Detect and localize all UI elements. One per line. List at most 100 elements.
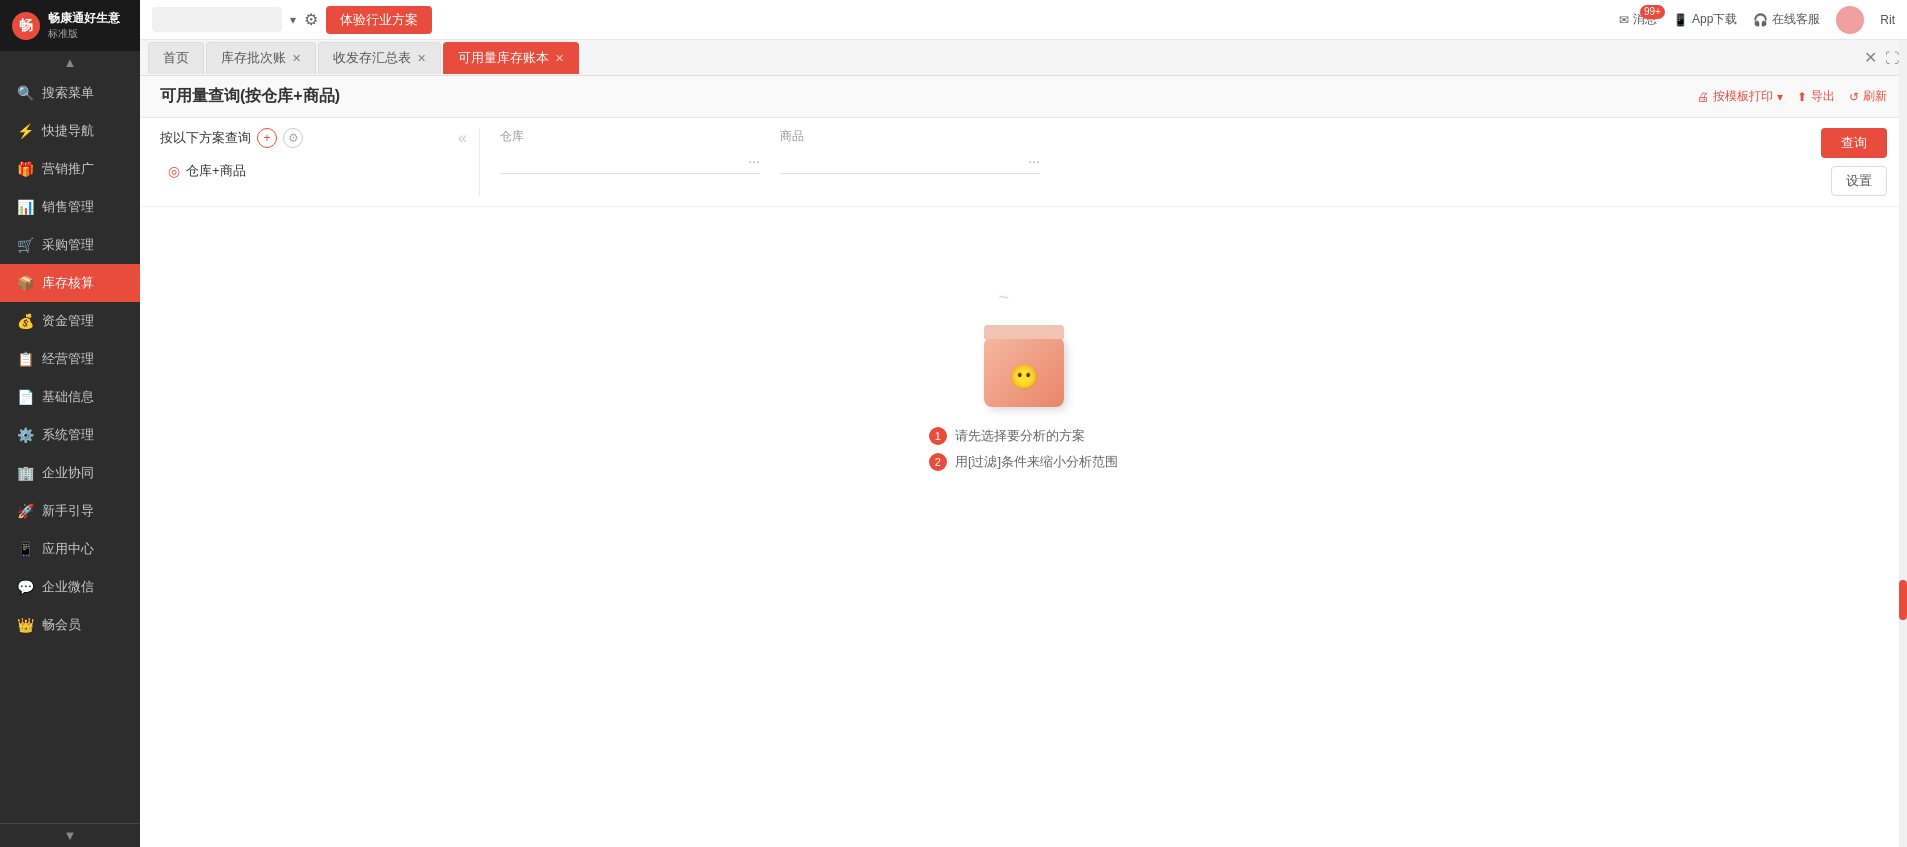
app-logo: 畅 [12, 12, 40, 40]
scroll-up-btn[interactable]: ▲ [0, 51, 140, 74]
sidebar-label-finance: 资金管理 [42, 312, 94, 330]
scroll-down-btn[interactable]: ▼ [0, 823, 140, 847]
sidebar-item-member[interactable]: 👑 畅会员 [0, 606, 140, 644]
filter-actions: 查询 设置 [1811, 128, 1887, 196]
topbar-search[interactable] [152, 7, 282, 32]
basic-info-icon: 📄 [16, 389, 34, 405]
sidebar-label-app-center: 应用中心 [42, 540, 94, 558]
tabbar-expand-btn[interactable]: ⛶ [1885, 50, 1899, 66]
sidebar-item-onboarding[interactable]: 🚀 新手引导 [0, 492, 140, 530]
hint-num-1: 1 [929, 427, 947, 445]
sidebar-item-app-center[interactable]: 📱 应用中心 [0, 530, 140, 568]
scheme-add-btn[interactable]: + [257, 128, 277, 148]
sidebar-label-basic-info: 基础信息 [42, 388, 94, 406]
tabbar-right: ✕ ⛶ [1864, 48, 1899, 67]
filter-field-warehouse: 仓库 ··· [500, 128, 760, 174]
sidebar-item-purchase[interactable]: 🛒 采购管理 [0, 226, 140, 264]
query-button[interactable]: 查询 [1821, 128, 1887, 158]
filter-warehouse-input[interactable]: ··· [500, 149, 760, 174]
empty-hint-1: 1 请先选择要分析的方案 [929, 427, 1118, 445]
sidebar-label-purchase: 采购管理 [42, 236, 94, 254]
empty-smoke: ~ [999, 287, 1010, 308]
empty-hint-2: 2 用[过滤]条件来缩小分析范围 [929, 453, 1118, 471]
tab-receipt-summary-label: 收发存汇总表 [333, 49, 411, 67]
onboarding-icon: 🚀 [16, 503, 34, 519]
empty-box-face: 😶 [1009, 363, 1039, 391]
user-name[interactable]: Rit [1880, 13, 1895, 27]
page-header: 可用量查询(按仓库+商品) 🖨 按模板打印 ▾ ⬆ 导出 ↺ 刷新 [140, 76, 1907, 118]
online-service-label: 在线客服 [1772, 11, 1820, 28]
tab-available-ledger-label: 可用量库存账本 [458, 49, 549, 67]
topbar-right: ✉ 消息 99+ 📱 App下载 🎧 在线客服 Rit [1619, 6, 1895, 34]
quick-nav-icon: ⚡ [16, 123, 34, 139]
sidebar-item-sales[interactable]: 📊 销售管理 [0, 188, 140, 226]
setting-button[interactable]: 设置 [1831, 166, 1887, 196]
sidebar-item-inventory[interactable]: 📦 库存核算 [0, 264, 140, 302]
scheme-collapse-btn[interactable]: « [458, 129, 467, 147]
right-scrollbar[interactable] [1899, 40, 1907, 847]
app-download-btn[interactable]: 📱 App下载 [1673, 11, 1737, 28]
sidebar-item-operations[interactable]: 📋 经营管理 [0, 340, 140, 378]
hint-num-2: 2 [929, 453, 947, 471]
sidebar-item-finance[interactable]: 💰 资金管理 [0, 302, 140, 340]
scrollbar-thumb[interactable] [1899, 580, 1907, 620]
app-center-icon: 📱 [16, 541, 34, 557]
sales-icon: 📊 [16, 199, 34, 215]
filter-goods-more-btn[interactable]: ··· [1028, 153, 1040, 169]
filter-field-goods: 商品 ··· [780, 128, 1040, 174]
headset-icon: 🎧 [1753, 13, 1768, 27]
topbar-search-text [162, 12, 234, 26]
empty-illustration: ~ 😶 [964, 287, 1084, 407]
app-download-label: App下载 [1692, 11, 1737, 28]
filter-scheme-panel: 按以下方案查询 + ⚙ « ◎ 仓库+商品 [160, 128, 480, 196]
sidebar-label-quick-nav: 快捷导航 [42, 122, 94, 140]
sidebar: 畅 畅康通好生意 标准版 ▲ 🔍 搜索菜单 ⚡ 快捷导航 🎁 营销推广 📊 销售… [0, 0, 140, 847]
tab-home[interactable]: 首页 [148, 42, 204, 74]
tab-available-ledger[interactable]: 可用量库存账本 ✕ [443, 42, 579, 74]
tab-available-ledger-close[interactable]: ✕ [555, 52, 564, 65]
export-btn[interactable]: ⬆ 导出 [1797, 88, 1835, 105]
topbar-gear-btn[interactable]: ⚙ [304, 10, 318, 29]
message-btn[interactable]: ✉ 消息 99+ [1619, 11, 1657, 28]
tab-batch-ledger-close[interactable]: ✕ [292, 52, 301, 65]
filter-warehouse-more-btn[interactable]: ··· [748, 153, 760, 169]
sidebar-item-enterprise-wechat[interactable]: 💬 企业微信 [0, 568, 140, 606]
message-icon: ✉ [1619, 13, 1629, 27]
tabbar: 首页 库存批次账 ✕ 收发存汇总表 ✕ 可用量库存账本 ✕ ✕ ⛶ [140, 40, 1907, 76]
app-download-icon: 📱 [1673, 13, 1688, 27]
tab-receipt-summary-close[interactable]: ✕ [417, 52, 426, 65]
refresh-btn[interactable]: ↺ 刷新 [1849, 88, 1887, 105]
print-template-btn[interactable]: 🖨 按模板打印 ▾ [1697, 88, 1783, 105]
print-dropdown-icon: ▾ [1777, 90, 1783, 104]
sidebar-label-inventory: 库存核算 [42, 274, 94, 292]
sidebar-item-marketing[interactable]: 🎁 营销推广 [0, 150, 140, 188]
user-avatar [1836, 6, 1864, 34]
tab-batch-ledger[interactable]: 库存批次账 ✕ [206, 42, 316, 74]
tab-receipt-summary[interactable]: 收发存汇总表 ✕ [318, 42, 441, 74]
scheme-settings-btn[interactable]: ⚙ [283, 128, 303, 148]
empty-hints: 1 请先选择要分析的方案 2 用[过滤]条件来缩小分析范围 [929, 427, 1118, 471]
topbar-industry-btn[interactable]: 体验行业方案 [326, 6, 432, 34]
tabbar-close-all-btn[interactable]: ✕ [1864, 48, 1877, 67]
filter-area: 按以下方案查询 + ⚙ « ◎ 仓库+商品 仓库 ··· [140, 118, 1907, 207]
sidebar-item-quick-nav[interactable]: ⚡ 快捷导航 [0, 112, 140, 150]
sidebar-label-enterprise-wechat: 企业微信 [42, 578, 94, 596]
inventory-icon: 📦 [16, 275, 34, 291]
sidebar-item-system[interactable]: ⚙️ 系统管理 [0, 416, 140, 454]
tab-batch-ledger-label: 库存批次账 [221, 49, 286, 67]
member-icon: 👑 [16, 617, 34, 633]
filter-goods-input[interactable]: ··· [780, 149, 1040, 174]
page-header-actions: 🖨 按模板打印 ▾ ⬆ 导出 ↺ 刷新 [1697, 88, 1887, 105]
message-badge: 99+ [1640, 5, 1665, 19]
online-service-btn[interactable]: 🎧 在线客服 [1753, 11, 1820, 28]
topbar-dropdown-btn[interactable]: ▾ [290, 13, 296, 27]
sidebar-item-search[interactable]: 🔍 搜索菜单 [0, 74, 140, 112]
finance-icon: 💰 [16, 313, 34, 329]
sidebar-item-enterprise[interactable]: 🏢 企业协同 [0, 454, 140, 492]
sidebar-label-operations: 经营管理 [42, 350, 94, 368]
sidebar-item-basic-info[interactable]: 📄 基础信息 [0, 378, 140, 416]
sidebar-label-system: 系统管理 [42, 426, 94, 444]
scheme-item-warehouse-goods[interactable]: ◎ 仓库+商品 [160, 156, 467, 186]
purchase-icon: 🛒 [16, 237, 34, 253]
sidebar-header: 畅 畅康通好生意 标准版 [0, 0, 140, 51]
